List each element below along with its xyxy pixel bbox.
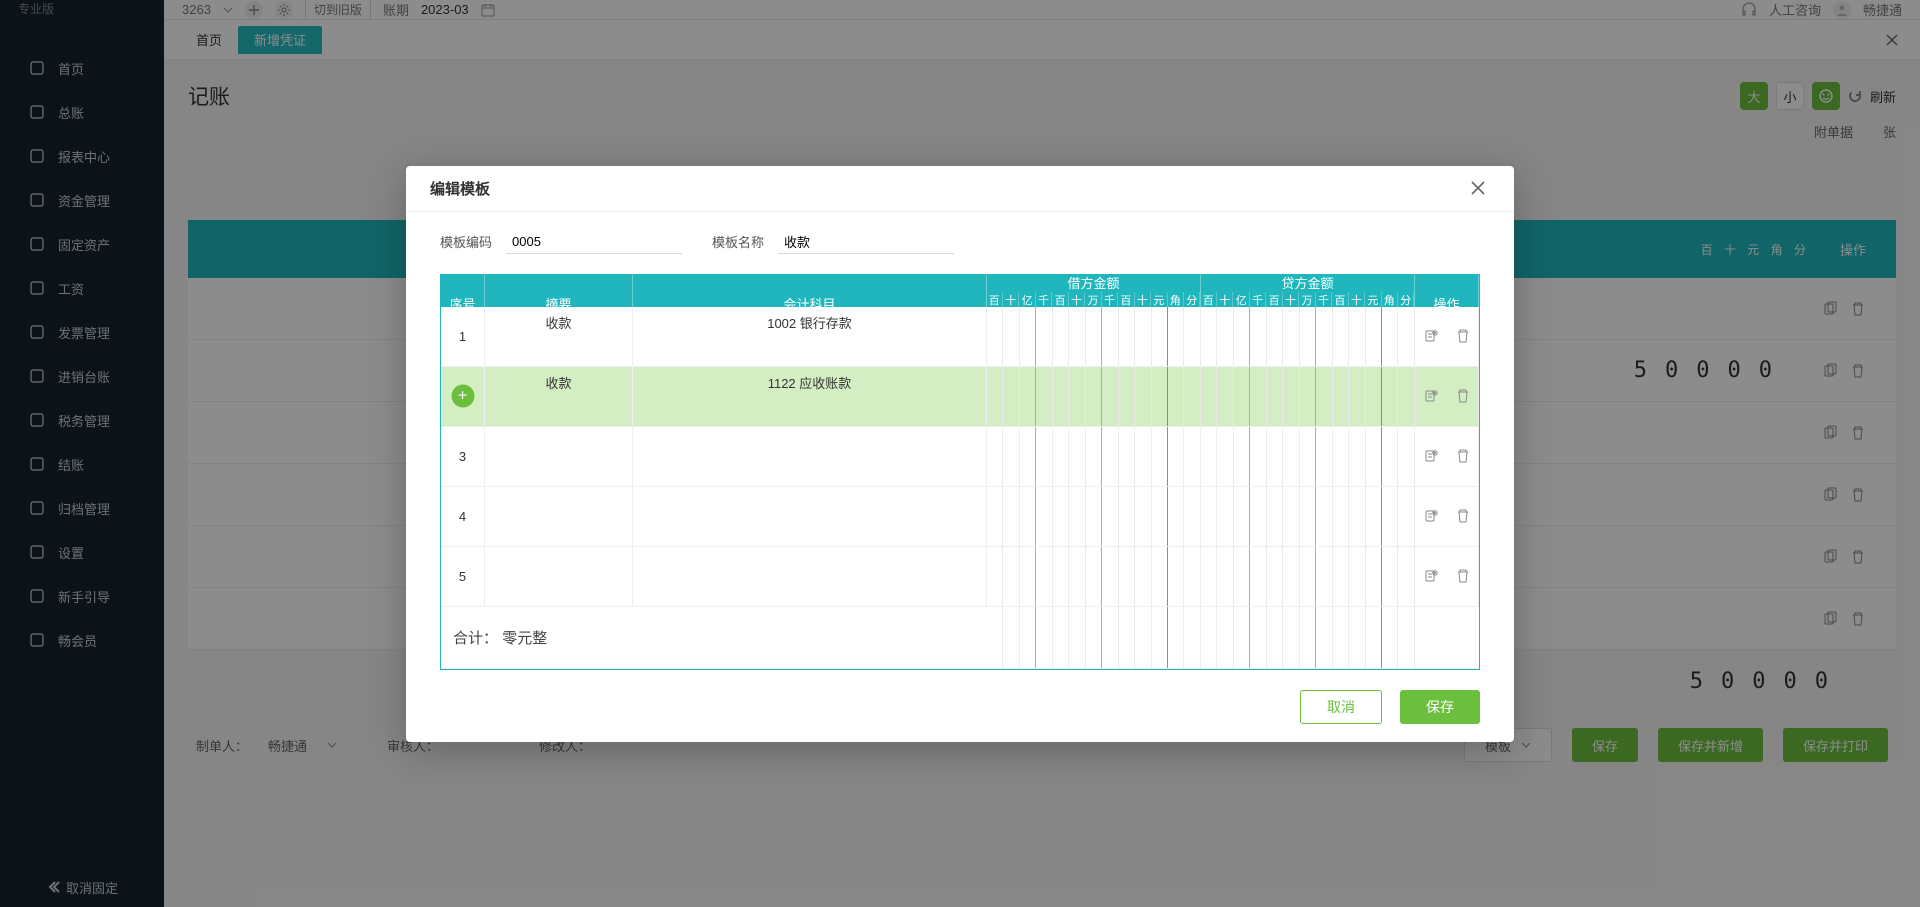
delete-row-icon[interactable] <box>1454 567 1472 585</box>
row-index: 4 <box>459 509 466 524</box>
template-name-input[interactable] <box>778 230 954 254</box>
copy-row-icon[interactable] <box>1422 327 1440 345</box>
total-label: 合计： <box>453 630 498 647</box>
row-account[interactable]: 1002 银行存款 <box>767 313 852 332</box>
add-row-icon[interactable]: + <box>451 385 474 408</box>
row-index: 1 <box>459 329 466 344</box>
delete-row-icon[interactable] <box>1454 327 1472 345</box>
template-table: 序号 摘要 会计科目 借方金额 百十亿千百十万千百十元角分 贷方金额 百十亿千百… <box>440 274 1480 670</box>
copy-row-icon[interactable] <box>1422 567 1440 585</box>
th-debit: 借方金额 <box>1067 273 1119 292</box>
template-row[interactable]: 1 收款 1002 银行存款 <box>441 307 1479 367</box>
template-code-input[interactable] <box>506 230 682 254</box>
delete-row-icon[interactable] <box>1454 507 1472 525</box>
delete-row-icon[interactable] <box>1454 447 1472 465</box>
save-template-button[interactable]: 保存 <box>1400 690 1480 724</box>
copy-row-icon[interactable] <box>1422 447 1440 465</box>
cancel-button[interactable]: 取消 <box>1300 690 1382 724</box>
row-account[interactable]: 1122 应收账款 <box>768 373 852 392</box>
template-row[interactable]: 5 <box>441 547 1479 607</box>
template-row[interactable]: 4 <box>441 487 1479 547</box>
template-row[interactable]: 3 <box>441 427 1479 487</box>
delete-row-icon[interactable] <box>1454 387 1472 405</box>
total-text: 零元整 <box>502 630 547 647</box>
modal-title: 编辑模板 <box>430 178 490 199</box>
modal-close-icon[interactable] <box>1466 176 1490 200</box>
row-summary[interactable]: 收款 <box>545 313 571 332</box>
template-name-label: 模板名称 <box>712 232 764 251</box>
copy-row-icon[interactable] <box>1422 507 1440 525</box>
template-row[interactable]: + 收款 1122 应收账款 <box>441 367 1479 427</box>
row-index: 5 <box>459 569 466 584</box>
row-summary[interactable]: 收款 <box>545 373 571 392</box>
copy-row-icon[interactable] <box>1422 387 1440 405</box>
row-index: 3 <box>459 449 466 464</box>
th-credit: 贷方金额 <box>1281 273 1333 292</box>
template-code-label: 模板编码 <box>440 232 492 251</box>
edit-template-modal: 编辑模板 模板编码 模板名称 序号 摘要 会计科目 借方金额 <box>406 166 1514 742</box>
